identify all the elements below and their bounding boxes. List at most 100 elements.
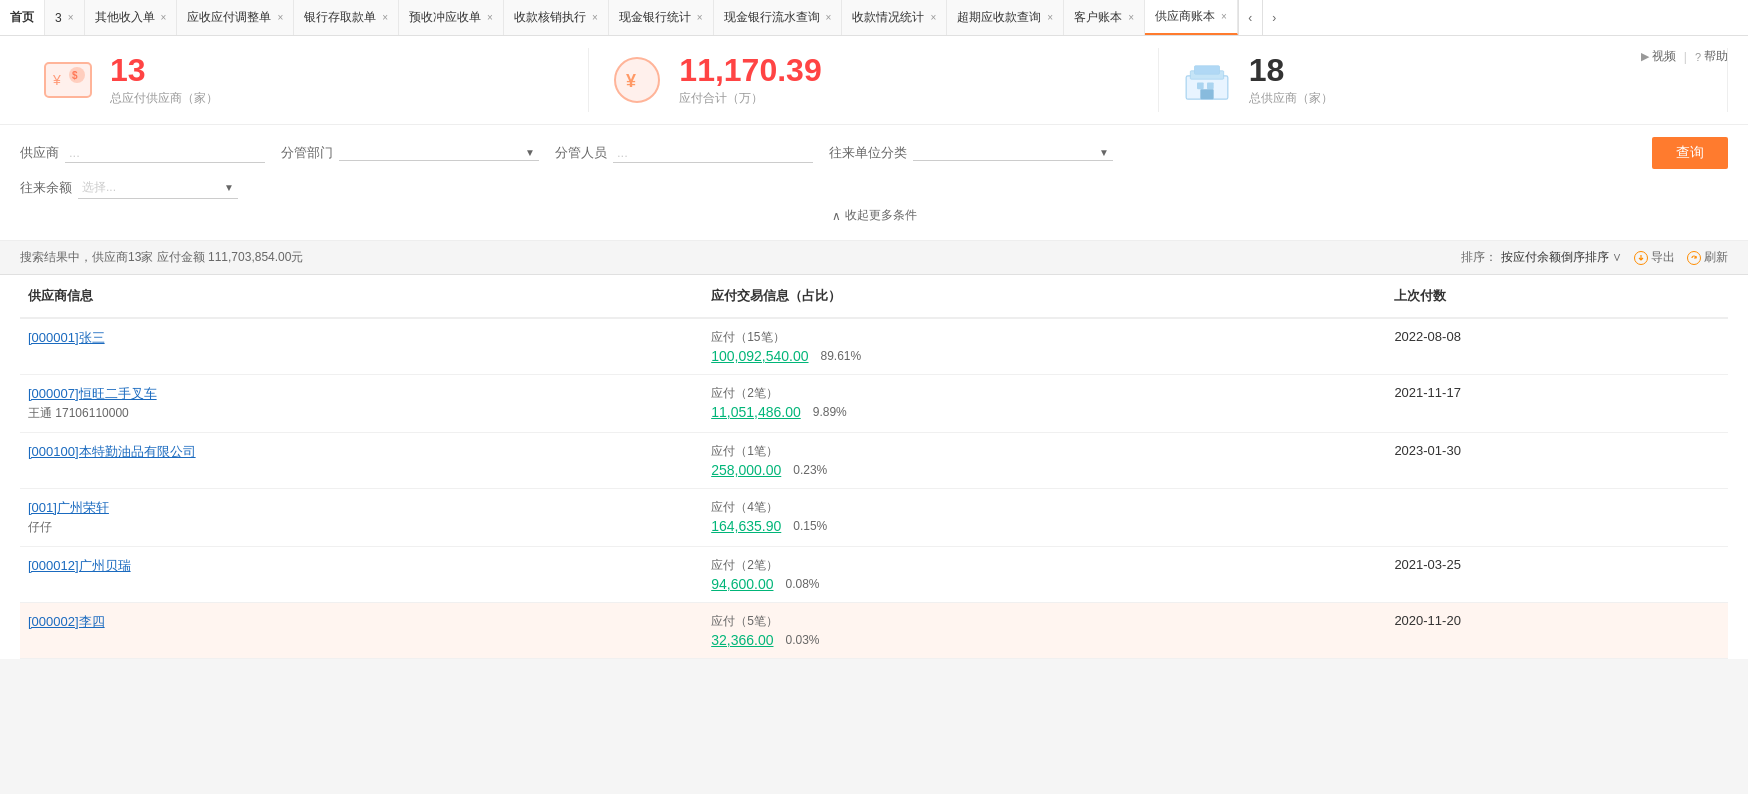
close-customer-ledger[interactable]: × <box>1128 12 1134 23</box>
close-tab-3[interactable]: × <box>68 12 74 23</box>
help-label: 帮助 <box>1704 48 1728 65</box>
txn-amount[interactable]: 32,366.00 <box>711 632 773 648</box>
txn-percent: 0.03% <box>785 633 819 647</box>
result-summary: 搜索结果中，供应商13家 应付金额 111,703,854.00元 <box>20 249 303 266</box>
nav-collection[interactable]: 收款核销执行 × <box>504 0 609 35</box>
nav-cash-stats-label: 现金银行统计 <box>619 9 691 26</box>
last-payment-cell: 2021-11-17 <box>1386 375 1728 433</box>
nav-adjust[interactable]: 应收应付调整单 × <box>177 0 294 35</box>
nav-supplier-ledger[interactable]: 供应商账本 × <box>1145 0 1238 35</box>
help-icon: ? <box>1695 51 1701 63</box>
nav-receipt-stats[interactable]: 收款情况统计 × <box>842 0 947 35</box>
txn-amount[interactable]: 11,051,486.00 <box>711 404 801 420</box>
video-link[interactable]: ▶ 视频 <box>1641 48 1676 65</box>
table-row: [000012]广州贝瑞应付（2笔）94,600.000.08%2021-03-… <box>20 547 1728 603</box>
close-receipt-stats[interactable]: × <box>930 12 936 23</box>
close-bank[interactable]: × <box>382 12 388 23</box>
category-filter-label: 往来单位分类 <box>829 144 907 162</box>
export-icon <box>1634 251 1648 265</box>
data-table-container: 供应商信息 应付交易信息（占比） 上次付数 [000001]张三应付（15笔）1… <box>0 275 1748 659</box>
last-payment-date: 2021-03-25 <box>1394 557 1461 572</box>
sort-label: 排序： 按应付余额倒序排序 ∨ <box>1461 249 1622 266</box>
dept-filter-label: 分管部门 <box>281 144 333 162</box>
close-other-income[interactable]: × <box>161 12 167 23</box>
nav-other-income[interactable]: 其他收入单 × <box>85 0 178 35</box>
txn-amount[interactable]: 258,000.00 <box>711 462 781 478</box>
filter-person: 分管人员 ... <box>555 143 813 163</box>
dept-select[interactable]: ▼ <box>339 145 539 161</box>
close-adjust[interactable]: × <box>277 12 283 23</box>
close-supplier-ledger[interactable]: × <box>1221 11 1227 22</box>
nav-home[interactable]: 首页 <box>0 0 45 35</box>
supplier-link[interactable]: [000100]本特勤油品有限公司 <box>28 444 196 459</box>
supplier-link[interactable]: [000001]张三 <box>28 330 105 345</box>
nav-scroll-right[interactable]: › <box>1262 0 1286 36</box>
txn-info-cell: 应付（5笔） 32,366.00 0.03% <box>703 603 1386 659</box>
supplier-link[interactable]: [000002]李四 <box>28 614 105 629</box>
txn-info-cell: 应付（1笔）258,000.000.23% <box>703 433 1386 489</box>
total-payable-icon: ¥ <box>609 52 665 108</box>
nav-supplier-ledger-label: 供应商账本 <box>1155 8 1215 25</box>
nav-scroll-left[interactable]: ‹ <box>1238 0 1262 36</box>
supplier-select[interactable]: ... <box>65 143 265 163</box>
top-right-links: ▶ 视频 | ? 帮助 <box>1641 48 1728 65</box>
txn-label: 应付（5笔） <box>711 613 1378 630</box>
last-payment-date: 2020-11-20 <box>1394 613 1461 628</box>
dept-arrow-icon: ▼ <box>525 147 535 158</box>
refresh-button[interactable]: 刷新 <box>1687 249 1728 266</box>
refresh-icon <box>1687 251 1701 265</box>
right-tools: 排序： 按应付余额倒序排序 ∨ 导出 刷新 <box>1461 249 1728 266</box>
txn-percent: 9.89% <box>813 405 847 419</box>
collapse-filter-button[interactable]: ∧ 收起更多条件 <box>832 207 917 224</box>
supplier-info-cell: [001]广州荣轩仔仔 <box>20 489 703 547</box>
close-cash-stats[interactable]: × <box>697 12 703 23</box>
supplier-link[interactable]: [000007]恒旺二手叉车 <box>28 386 157 401</box>
balance-select[interactable]: 选择... ▼ <box>78 177 238 199</box>
filter-dept: 分管部门 ▼ <box>281 144 539 162</box>
col-txn-info: 应付交易信息（占比） <box>703 275 1386 318</box>
supplier-link[interactable]: [000012]广州贝瑞 <box>28 558 131 573</box>
txn-amount[interactable]: 164,635.90 <box>711 518 781 534</box>
nav-cash-stats[interactable]: 现金银行统计 × <box>609 0 714 35</box>
nav-cash-flow[interactable]: 现金银行流水查询 × <box>714 0 843 35</box>
close-overdue[interactable]: × <box>1047 12 1053 23</box>
nav-overdue[interactable]: 超期应收款查询 × <box>947 0 1064 35</box>
nav-prepay-label: 预收冲应收单 <box>409 9 481 26</box>
last-payment-date: 2023-01-30 <box>1394 443 1461 458</box>
nav-bank-label: 银行存取款单 <box>304 9 376 26</box>
supplier-dots: ... <box>69 145 80 160</box>
stat-total-suppliers-content: 18 总供应商（家） <box>1249 53 1333 107</box>
person-select[interactable]: ... <box>613 143 813 163</box>
help-link[interactable]: ? 帮助 <box>1695 48 1728 65</box>
last-payment-cell <box>1386 489 1728 547</box>
query-button[interactable]: 查询 <box>1652 137 1728 169</box>
filter-area: 供应商 ... 分管部门 ▼ 分管人员 ... 往来单位分类 <box>0 125 1748 241</box>
category-select[interactable]: ▼ <box>913 145 1113 161</box>
stat-payable-label: 总应付供应商（家） <box>110 90 218 107</box>
nav-tab-3-label: 3 <box>55 11 62 25</box>
nav-bank[interactable]: 银行存取款单 × <box>294 0 399 35</box>
supplier-sub-info: 仔仔 <box>28 519 695 536</box>
nav-tab-3[interactable]: 3 × <box>45 0 85 35</box>
table-row: [000001]张三应付（15笔）100,092,540.0089.61%202… <box>20 318 1728 375</box>
filter-row-1: 供应商 ... 分管部门 ▼ 分管人员 ... 往来单位分类 <box>20 137 1728 169</box>
category-arrow-icon: ▼ <box>1099 147 1109 158</box>
svg-text:$: $ <box>72 70 78 81</box>
nav-customer-ledger[interactable]: 客户账本 × <box>1064 0 1145 35</box>
balance-arrow-icon: ▼ <box>224 182 234 193</box>
last-payment-date: 2022-08-08 <box>1394 329 1461 344</box>
txn-amount[interactable]: 94,600.00 <box>711 576 773 592</box>
export-button[interactable]: 导出 <box>1634 249 1675 266</box>
stat-total-payable-content: 11,170.39 应付合计（万） <box>679 53 821 107</box>
nav-prepay[interactable]: 预收冲应收单 × <box>399 0 504 35</box>
collapse-arrow-icon: ∧ <box>832 209 841 223</box>
txn-amount[interactable]: 100,092,540.00 <box>711 348 808 364</box>
close-cash-flow[interactable]: × <box>826 12 832 23</box>
sort-value[interactable]: 按应付余额倒序排序 <box>1501 250 1609 264</box>
export-label: 导出 <box>1651 249 1675 266</box>
supplier-link[interactable]: [001]广州荣轩 <box>28 500 109 515</box>
close-prepay[interactable]: × <box>487 12 493 23</box>
stat-payable-number: 13 <box>110 53 218 88</box>
close-collection[interactable]: × <box>592 12 598 23</box>
total-suppliers-icon <box>1179 52 1235 108</box>
